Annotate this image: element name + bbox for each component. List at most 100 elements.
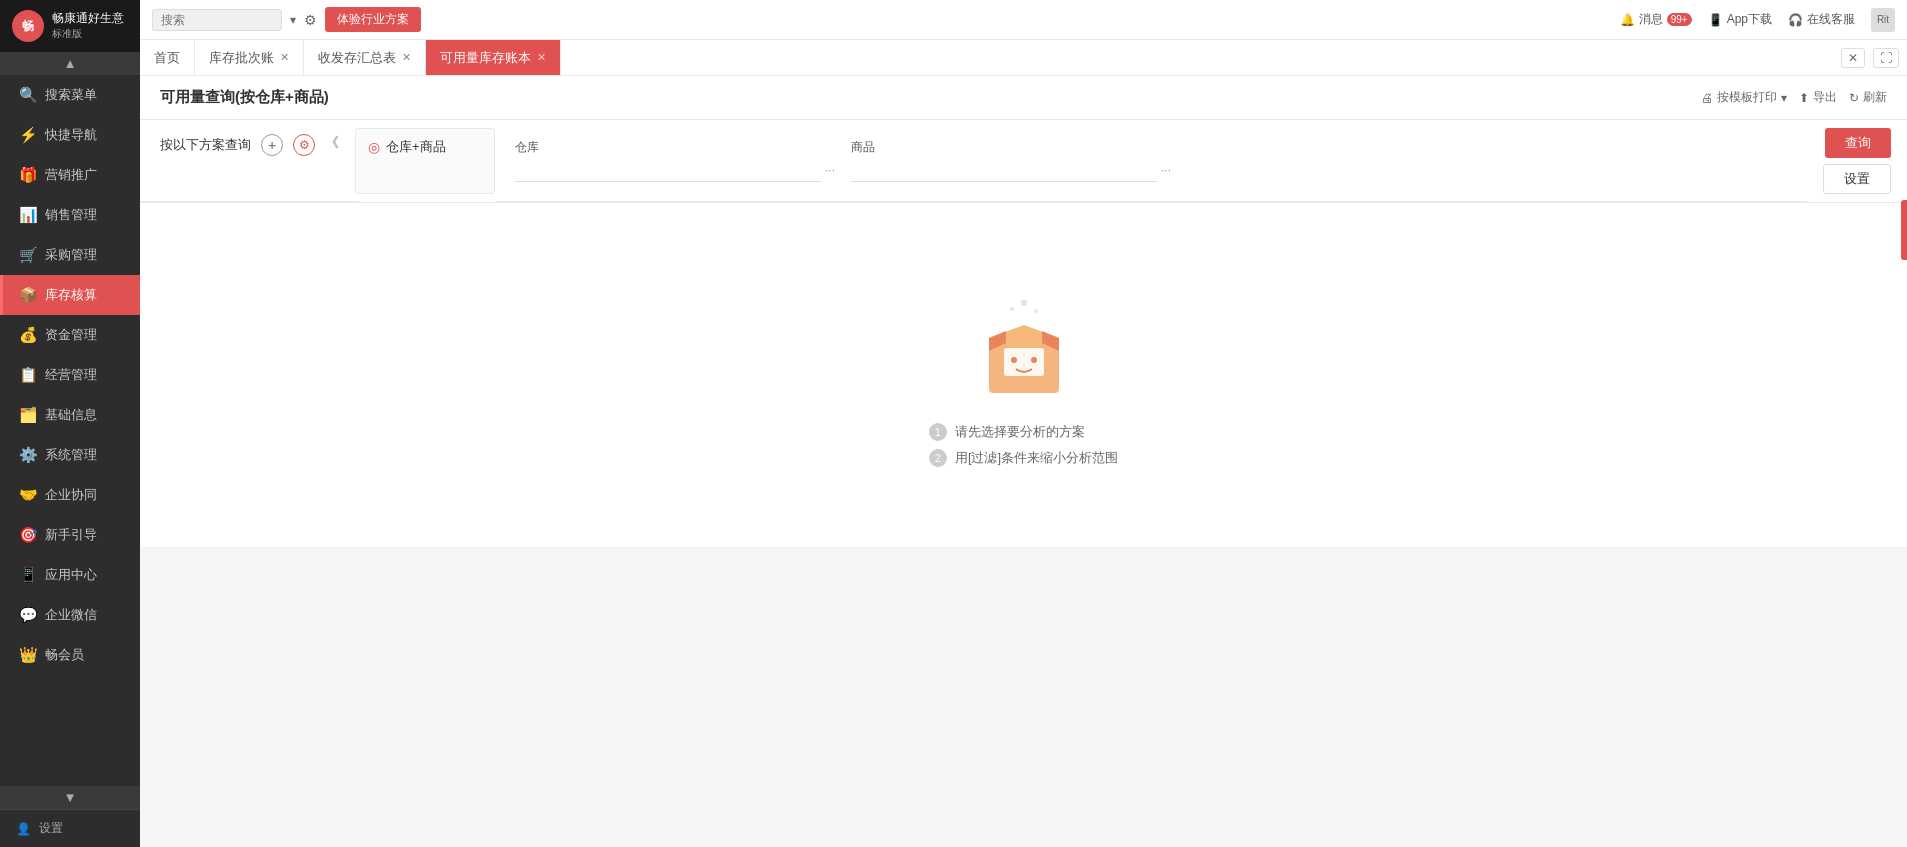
sidebar-item-sales[interactable]: 📊 销售管理 — [0, 195, 140, 235]
query-collapse-btn[interactable]: 《 — [325, 134, 339, 152]
sidebar-item-newbie[interactable]: 🎯 新手引导 — [0, 515, 140, 555]
app-download-item[interactable]: 📱 App下载 — [1708, 11, 1772, 28]
hint-num-2: 2 — [929, 449, 947, 467]
notification-label: 消息 — [1639, 11, 1663, 28]
sidebar-item-wechat[interactable]: 💬 企业微信 — [0, 595, 140, 635]
tab-available-qty-close[interactable]: ✕ — [537, 51, 546, 64]
right-action-area: 查询 设置 — [1807, 120, 1907, 202]
notification-item[interactable]: 🔔 消息 99+ — [1620, 11, 1692, 28]
appstore-icon: 📱 — [19, 566, 37, 584]
sidebar-item-shortcut[interactable]: ⚡ 快捷导航 — [0, 115, 140, 155]
tab-available-qty[interactable]: 可用量库存账本 ✕ — [426, 40, 561, 75]
query-label: 按以下方案查询 — [160, 130, 251, 154]
sidebar-item-operation[interactable]: 📋 经营管理 — [0, 355, 140, 395]
sidebar-item-basic[interactable]: 🗂️ 基础信息 — [0, 395, 140, 435]
filter-warehouse-input-wrap: ··· — [515, 158, 835, 182]
sidebar: 畅 畅康通好生意 标准版 ▲ 🔍 搜索菜单 ⚡ 快捷导航 🎁 营销推广 📊 销售… — [0, 0, 140, 847]
sidebar-item-appstore[interactable]: 📱 应用中心 — [0, 555, 140, 595]
query-area: 按以下方案查询 + ⚙ 《 — [140, 120, 359, 202]
operation-icon: 📋 — [19, 366, 37, 384]
query-button[interactable]: 查询 — [1825, 128, 1891, 158]
svg-point-8 — [1034, 309, 1038, 313]
sidebar-item-purchase[interactable]: 🛒 采购管理 — [0, 235, 140, 275]
sidebar-item-enterprise[interactable]: 🤝 企业协同 — [0, 475, 140, 515]
tab-expand-btn[interactable]: ⛶ — [1873, 48, 1899, 68]
printer-icon: 🖨 — [1701, 91, 1713, 105]
notification-icon: 🔔 — [1620, 13, 1635, 27]
topbar: ▾ ⚙ 体验行业方案 🔔 消息 99+ 📱 App下载 🎧 在线客服 Rit — [140, 0, 1907, 40]
filter-row: 仓库 ··· 商品 ··· — [495, 120, 1807, 202]
topbar-actions: 🔔 消息 99+ 📱 App下载 🎧 在线客服 Rit — [1620, 8, 1895, 32]
tab-close-all-btn[interactable]: ✕ — [1841, 48, 1865, 68]
sidebar-logo: 畅 — [12, 10, 44, 42]
filter-warehouse-more[interactable]: ··· — [825, 163, 835, 177]
mobile-icon: 📱 — [1708, 13, 1723, 27]
hint-num-1: 1 — [929, 423, 947, 441]
query-filter-area: 按以下方案查询 + ⚙ 《 ◎ 仓库+商品 仓库 ··· — [140, 120, 1907, 203]
sidebar-title: 畅康通好生意 — [52, 11, 124, 27]
refresh-icon: ↻ — [1849, 91, 1859, 105]
export-icon: ⬆ — [1799, 91, 1809, 105]
empty-hint-2: 2 用[过滤]条件来缩小分析范围 — [929, 449, 1118, 467]
page-content: 可用量查询(按仓库+商品) 🖨 按模板打印 ▾ ⬆ 导出 ↻ 刷新 — [140, 76, 1907, 847]
sidebar-scroll-area: 🔍 搜索菜单 ⚡ 快捷导航 🎁 营销推广 📊 销售管理 🛒 采购管理 📦 库存核… — [0, 75, 140, 786]
newbie-icon: 🎯 — [19, 526, 37, 544]
sidebar-item-marketing[interactable]: 🎁 营销推广 — [0, 155, 140, 195]
inventory-icon: 📦 — [19, 286, 37, 304]
svg-point-9 — [1010, 307, 1014, 311]
right-scrollbar[interactable] — [1901, 200, 1907, 260]
scheme-panel: ◎ 仓库+商品 — [355, 128, 495, 194]
filter-warehouse-input[interactable] — [515, 158, 821, 182]
topbar-dropdown-btn[interactable]: ▾ — [290, 13, 296, 27]
tab-home[interactable]: 首页 — [140, 40, 195, 75]
sidebar-item-finance[interactable]: 💰 资金管理 — [0, 315, 140, 355]
filter-product-more[interactable]: ··· — [1161, 163, 1171, 177]
sidebar-scroll-up[interactable]: ▲ — [0, 52, 140, 75]
notification-badge: 99+ — [1667, 13, 1692, 26]
sidebar-item-search[interactable]: 🔍 搜索菜单 — [0, 75, 140, 115]
query-add-btn[interactable]: + — [261, 134, 283, 156]
page-title: 可用量查询(按仓库+商品) — [160, 88, 329, 107]
filter-product-input[interactable] — [851, 158, 1157, 182]
enterprise-icon: 🤝 — [19, 486, 37, 504]
print-dropdown-icon: ▾ — [1781, 91, 1787, 105]
user-avatar[interactable]: Rit — [1871, 8, 1895, 32]
tab-batch-ledger-close[interactable]: ✕ — [280, 51, 289, 64]
search-icon: 🔍 — [19, 86, 37, 104]
sidebar-scroll-down[interactable]: ▼ — [0, 786, 140, 809]
scheme-item-warehouse-product[interactable]: ◎ 仓库+商品 — [360, 133, 490, 161]
sidebar-header: 畅 畅康通好生意 标准版 — [0, 0, 140, 52]
tab-receipt-summary[interactable]: 收发存汇总表 ✕ — [304, 40, 426, 75]
settings-button[interactable]: 设置 — [1823, 164, 1891, 194]
query-settings-scheme-btn[interactable]: ⚙ — [293, 134, 315, 156]
filter-product: 商品 ··· — [851, 139, 1171, 182]
topbar-search-input[interactable] — [152, 9, 282, 31]
tabs-end: ✕ ⛶ — [1833, 48, 1907, 68]
member-icon: 👑 — [19, 646, 37, 664]
tab-batch-ledger[interactable]: 库存批次账 ✕ — [195, 40, 304, 75]
sidebar-item-inventory[interactable]: 📦 库存核算 — [0, 275, 140, 315]
tabs-bar: 首页 库存批次账 ✕ 收发存汇总表 ✕ 可用量库存账本 ✕ ✕ ⛶ — [140, 40, 1907, 76]
refresh-btn[interactable]: ↻ 刷新 — [1849, 89, 1887, 106]
svg-point-6 — [1031, 357, 1037, 363]
empty-hints: 1 请先选择要分析的方案 2 用[过滤]条件来缩小分析范围 — [929, 423, 1118, 467]
system-icon: ⚙️ — [19, 446, 37, 464]
filter-warehouse-label: 仓库 — [515, 139, 835, 156]
sidebar-item-member[interactable]: 👑 畅会员 — [0, 635, 140, 675]
page-header: 可用量查询(按仓库+商品) 🖨 按模板打印 ▾ ⬆ 导出 ↻ 刷新 — [140, 76, 1907, 120]
finance-icon: 💰 — [19, 326, 37, 344]
online-service-item[interactable]: 🎧 在线客服 — [1788, 11, 1855, 28]
user-icon: 👤 — [16, 822, 31, 836]
tab-receipt-summary-close[interactable]: ✕ — [402, 51, 411, 64]
empty-svg — [964, 283, 1084, 403]
sidebar-footer[interactable]: 👤 设置 — [0, 809, 140, 847]
export-btn[interactable]: ⬆ 导出 — [1799, 89, 1837, 106]
sidebar-item-system[interactable]: ⚙️ 系统管理 — [0, 435, 140, 475]
basic-icon: 🗂️ — [19, 406, 37, 424]
sidebar-version: 标准版 — [52, 27, 124, 41]
print-template-btn[interactable]: 🖨 按模板打印 ▾ — [1701, 89, 1787, 106]
trial-industry-button[interactable]: 体验行业方案 — [325, 7, 421, 32]
filter-product-input-wrap: ··· — [851, 158, 1171, 182]
marketing-icon: 🎁 — [19, 166, 37, 184]
topbar-gear-icon[interactable]: ⚙ — [304, 12, 317, 28]
